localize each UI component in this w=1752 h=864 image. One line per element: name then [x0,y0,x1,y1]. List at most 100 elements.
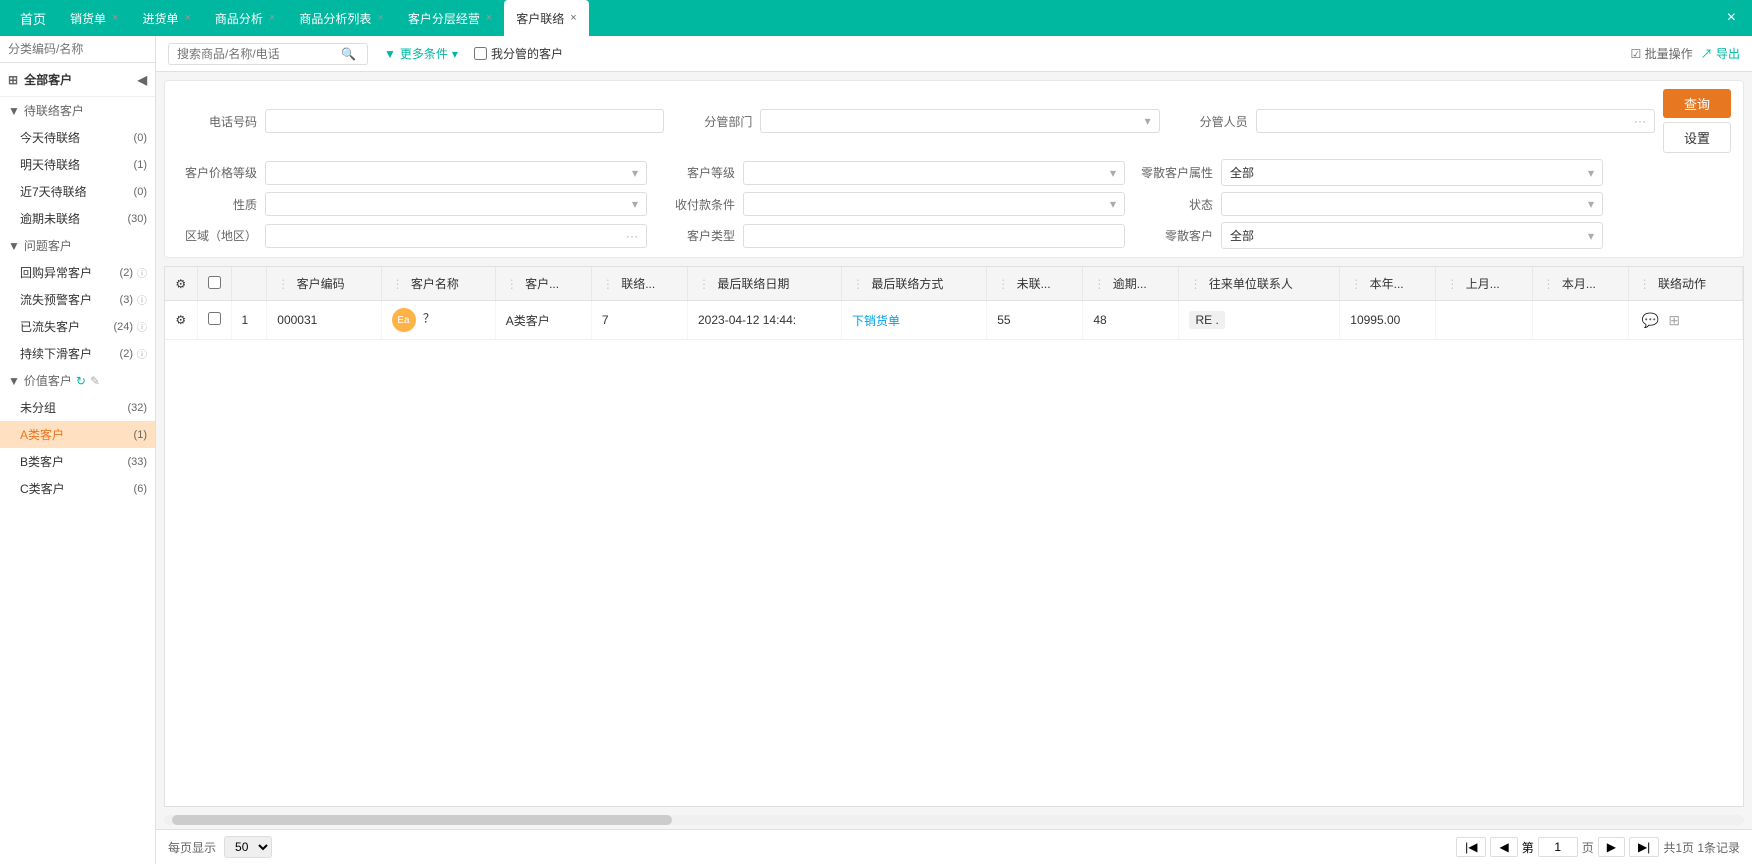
info-icon-repurchase[interactable]: ⓘ [137,265,147,280]
content-area: 🔍 ▼ 更多条件 ▾ 我分管的客户 ☑ 批量操作 ↗ 导出 [156,36,1752,864]
filter-retail-attr-select[interactable]: 全部 ▾ [1221,159,1603,186]
refresh-icon[interactable]: ↻ [76,374,86,388]
pagination: |◀ ◀ 第 页 ▶ ▶| 共1页 1条记录 [1456,837,1740,857]
toolbar-search-input[interactable] [177,47,337,61]
nav-tab-sales[interactable]: 销货单 × [58,0,130,36]
col-action: ⋮ 联络动作 [1628,267,1742,301]
sidebar-item-tomorrow[interactable]: 明天待联络 (1) [0,151,155,178]
col-overdue: ⋮ 逾期... [1083,267,1179,301]
row-settings[interactable]: ⚙ [165,301,197,340]
nav-home[interactable]: 首页 [8,9,58,28]
filter-region: 区域（地区） ··· [177,224,647,248]
more-action-icon[interactable]: ⊞ [1668,312,1680,328]
toolbar-search-icon[interactable]: 🔍 [341,47,356,61]
sidebar-group-pending[interactable]: ▼ 待联络客户 [0,97,155,124]
row-last-method: 下销货单 [841,301,986,340]
filter-retail-attr-label: 零散客户属性 [1133,164,1213,181]
close-tab-sales[interactable]: × [112,12,118,24]
sidebar-item-7days[interactable]: 近7天待联络 (0) [0,178,155,205]
top-navigation: 首页 销货单 × 进货单 × 商品分析 × 商品分析列表 × 客户分层经营 × … [0,0,1752,36]
nav-tab-analysis[interactable]: 商品分析 × [203,0,287,36]
filter-region-select[interactable]: ··· [265,224,647,248]
sidebar-item-class-b[interactable]: B类客户 (33) [0,448,155,475]
filter-customer-level: 客户等级 ▾ [655,161,1125,185]
close-all-tabs[interactable]: × [1719,9,1744,27]
page-size-select[interactable]: 50 [224,836,272,858]
filter-dept-select[interactable]: ▾ [760,109,1159,133]
filter-retail-label: 零散客户 [1133,227,1213,244]
filter-nature-select[interactable]: ▾ [265,192,647,216]
sidebar-group-value[interactable]: ▼ 价值客户 ↻ ✎ [0,367,155,394]
sidebar-group-problems[interactable]: ▼ 问题客户 [0,232,155,259]
close-tab-analysis[interactable]: × [269,12,275,24]
filter-phone-input[interactable] [265,109,664,133]
info-icon-declining[interactable]: ⓘ [137,346,147,361]
row-last-date: 2023-04-12 14:44: [688,301,842,340]
horizontal-scrollbar[interactable] [164,815,1744,825]
close-tab-customer-contact[interactable]: × [570,12,576,24]
price-level-dropdown-icon: ▾ [632,166,638,180]
filter-person-input[interactable]: ··· [1256,109,1655,133]
close-tab-customer-layer[interactable]: × [486,12,492,24]
last-page-btn[interactable]: ▶| [1629,837,1659,857]
sidebar: 🔍 ⊞ 全部客户 ◀ ▼ 待联络客户 今天待联络 (0) 明天待联络 (1) 近… [0,36,156,864]
sidebar-item-class-c[interactable]: C类客户 (6) [0,475,155,502]
filter-status-select[interactable]: ▾ [1221,192,1603,216]
status-dropdown-icon: ▾ [1588,197,1594,211]
edit-group-icon[interactable]: ✎ [90,374,100,388]
col-settings[interactable]: ⚙ [165,267,197,301]
filter-payment-label: 收付款条件 [655,196,735,213]
sidebar-item-repurchase-abnormal[interactable]: 回购异常客户 (2) ⓘ [0,259,155,286]
row-checkbox [197,301,231,340]
more-filter-btn[interactable]: ▼ 更多条件 ▾ [376,42,466,65]
sidebar-search-input[interactable] [8,42,156,56]
col-name: ⋮ 客户名称 [381,267,495,301]
col-checkbox [197,267,231,301]
sidebar-item-class-a[interactable]: A类客户 (1) [0,421,155,448]
sidebar-item-overdue[interactable]: 逾期未联络 (30) [0,205,155,232]
region-dots-icon: ··· [626,229,638,243]
sidebar-item-ungrouped[interactable]: 未分组 (32) [0,394,155,421]
info-icon-loss-warning[interactable]: ⓘ [137,292,147,307]
close-tab-purchase[interactable]: × [184,12,190,24]
export-btn[interactable]: ↗ 导出 [1701,45,1740,62]
sidebar-item-loss-warning[interactable]: 流失预警客户 (3) ⓘ [0,286,155,313]
query-btn[interactable]: 查询 [1663,89,1731,118]
filter-row-1: 电话号码 分管部门 ▾ 分管人员 ··· 查询 [177,89,1731,153]
scrollbar-thumb[interactable] [172,815,672,825]
my-customer-checkbox[interactable] [474,47,487,60]
settings-btn[interactable]: 设置 [1663,122,1731,153]
nav-tab-analysis-list[interactable]: 商品分析列表 × [287,0,395,36]
col-type: ⋮ 客户... [495,267,591,301]
page-input[interactable] [1538,837,1578,857]
group-arrow-pending: ▼ [8,104,20,118]
next-page-btn[interactable]: ▶ [1598,837,1625,857]
filter-customer-type-input[interactable] [743,224,1125,248]
sidebar-collapse-btn[interactable]: ◀ [138,73,147,87]
chat-action-icon[interactable]: 💬 [1642,312,1659,328]
page-size-label: 每页显示 [168,839,216,856]
sidebar-item-lost[interactable]: 已流失客户 (24) ⓘ [0,313,155,340]
sidebar-item-today[interactable]: 今天待联络 (0) [0,124,155,151]
nav-tab-purchase[interactable]: 进货单 × [130,0,202,36]
first-page-btn[interactable]: |◀ [1456,837,1486,857]
filter-payment-select[interactable]: ▾ [743,192,1125,216]
dept-dropdown-icon: ▾ [1145,114,1151,128]
filter-customer-level-label: 客户等级 [655,164,735,181]
sidebar-item-declining[interactable]: 持续下滑客户 (2) ⓘ [0,340,155,367]
row-select-checkbox[interactable] [208,312,221,325]
filter-retail-select[interactable]: 全部 ▾ [1221,222,1603,249]
batch-ops-btn[interactable]: ☑ 批量操作 [1631,45,1693,62]
close-tab-analysis-list[interactable]: × [377,12,383,24]
nav-tab-customer-layer[interactable]: 客户分层经营 × [396,0,504,36]
nav-tab-customer-contact[interactable]: 客户联络 × [504,0,588,36]
select-all-checkbox[interactable] [208,276,221,289]
row-type: A类客户 [495,301,591,340]
sidebar-all-customers[interactable]: ⊞ 全部客户 ◀ [0,63,155,97]
last-method-link[interactable]: 下销货单 [852,314,900,328]
filter-price-level-select[interactable]: ▾ [265,161,647,185]
prev-page-btn[interactable]: ◀ [1490,837,1517,857]
info-icon-lost[interactable]: ⓘ [137,319,147,334]
filter-customer-level-select[interactable]: ▾ [743,161,1125,185]
row-code: 000031 [267,301,381,340]
